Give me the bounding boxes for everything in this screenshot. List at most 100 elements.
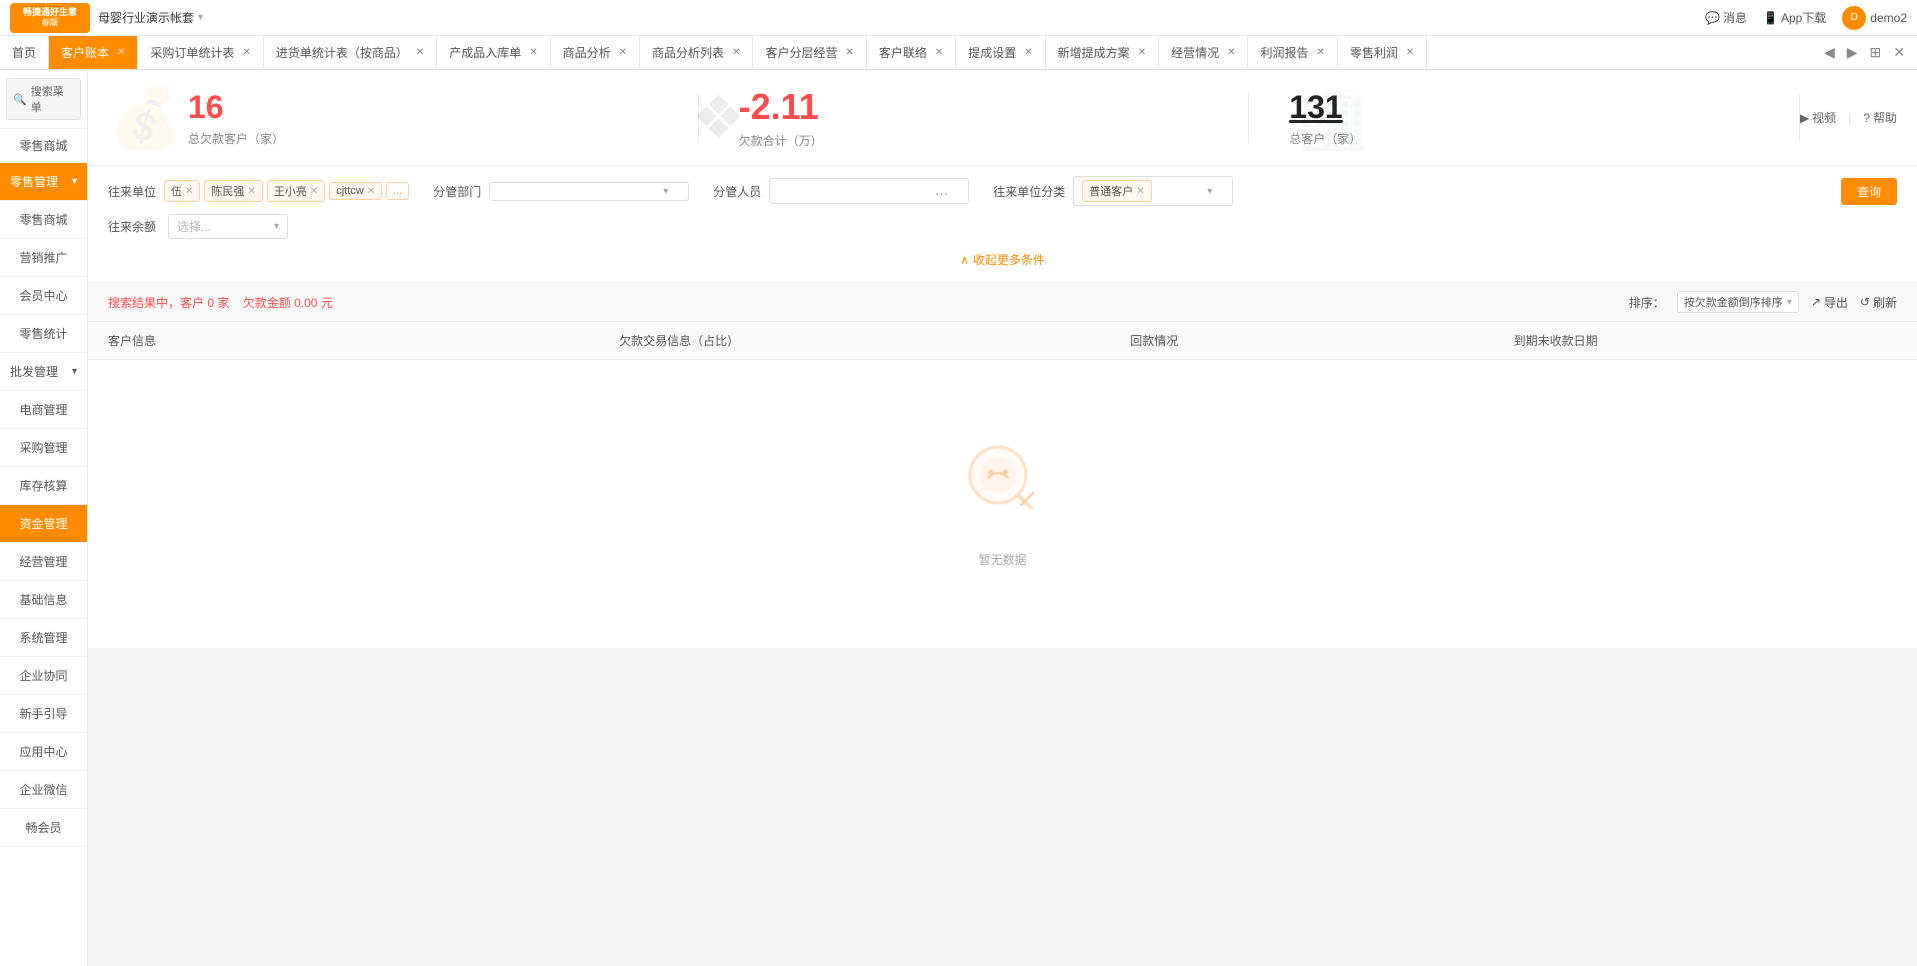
- sidebar-item-enterprise-collab[interactable]: 企业协同: [0, 657, 87, 695]
- tab-close-icon[interactable]: ✕: [1406, 47, 1414, 58]
- remove-unit-type-tag[interactable]: ✕: [1136, 186, 1144, 197]
- tab-close-icon[interactable]: ✕: [1138, 47, 1146, 58]
- video-help-btn[interactable]: ▶ 视频: [1800, 109, 1836, 126]
- customer-count: 0: [207, 296, 214, 310]
- search-menu-btn[interactable]: 🔍 搜索菜单: [6, 78, 81, 120]
- tab-close-icon[interactable]: ✕: [529, 47, 537, 58]
- empty-text: 暂无数据: [978, 551, 1026, 568]
- person-select[interactable]: ...: [769, 178, 969, 204]
- unit-type-select[interactable]: 普通客户 ✕ ▾: [1073, 176, 1233, 206]
- user-menu[interactable]: D demo2: [1842, 6, 1907, 30]
- content-area: 💰 16 总欠款客户（家） ❖ -2.11 欠款合计（万） 🏢 131 总客户（…: [88, 70, 1917, 966]
- tab-close-icon[interactable]: ✕: [845, 47, 853, 58]
- workspace-selector[interactable]: 母婴行业演示帐套 ▾: [98, 9, 203, 26]
- tab-product-analysis-list[interactable]: 商品分析列表 ✕: [640, 36, 753, 70]
- tab-prev-icon[interactable]: ◀: [1820, 42, 1839, 63]
- tab-close-icon[interactable]: ✕: [935, 47, 943, 58]
- topbar-left: 畅捷通好生意 标版 母婴行业演示帐套 ▾: [10, 3, 203, 33]
- sidebar-item-member-center[interactable]: 会员中心: [0, 277, 87, 315]
- tab-purchase-stats-by-product[interactable]: 进货单统计表（按商品） ✕: [264, 36, 437, 70]
- credit-amount-number: -2.11: [739, 86, 819, 128]
- chevron-icon: ▾: [72, 366, 77, 377]
- topbar-right: 💬 消息 📱 App下载 D demo2: [1705, 6, 1907, 30]
- sidebar-item-finance[interactable]: 资金管理: [0, 505, 87, 543]
- balance-filter-label: 往来余额: [108, 218, 156, 235]
- tab-customer-ledger[interactable]: 客户账本 ✕: [49, 36, 138, 70]
- sidebar-item-quick-nav[interactable]: 零售商城: [0, 129, 87, 163]
- query-button[interactable]: 查询: [1841, 178, 1897, 205]
- sidebar-item-system[interactable]: 系统管理: [0, 619, 87, 657]
- more-tags-btn[interactable]: ...: [386, 182, 409, 200]
- sidebar-item-ecommerce[interactable]: 电商管理: [0, 391, 87, 429]
- sidebar-item-marketing[interactable]: 营销推广: [0, 239, 87, 277]
- sidebar-item-retail-management[interactable]: 零售管理 ▾: [0, 163, 87, 201]
- remove-tag-wang[interactable]: ✕: [310, 186, 318, 197]
- tab-product-in-stock[interactable]: 产成品入库单 ✕: [437, 36, 550, 70]
- credit-customers-number: 16: [188, 89, 224, 126]
- stats-bar-actions: ▶ 视频 | ? 帮助: [1800, 109, 1897, 126]
- unit-tag-chen: 陈民强 ✕: [204, 180, 262, 202]
- sidebar-item-wholesale[interactable]: 批发管理 ▾: [0, 353, 87, 391]
- tab-close-icon[interactable]: ✕: [1317, 47, 1325, 58]
- person-more-icon[interactable]: ...: [935, 182, 948, 200]
- tab-expand-icon[interactable]: ⊞: [1866, 42, 1886, 63]
- tab-close-icon[interactable]: ✕: [619, 47, 627, 58]
- tab-business-status[interactable]: 经营情况 ✕: [1159, 36, 1248, 70]
- balance-select[interactable]: 选择... ▾: [168, 214, 288, 239]
- dept-chevron-icon: ▾: [663, 186, 668, 197]
- sidebar-item-purchase[interactable]: 采购管理: [0, 429, 87, 467]
- sidebar-item-retail-mall[interactable]: 零售商城: [0, 201, 87, 239]
- tab-commission-settings[interactable]: 提成设置 ✕: [956, 36, 1045, 70]
- tab-next-icon[interactable]: ▶: [1843, 42, 1862, 63]
- tab-close-icon[interactable]: ✕: [117, 47, 125, 58]
- video-icon: ▶: [1800, 111, 1809, 125]
- refresh-btn[interactable]: ↺ 刷新: [1860, 294, 1897, 311]
- tab-product-analysis[interactable]: 商品分析 ✕: [551, 36, 640, 70]
- tab-close-icon[interactable]: ✕: [1024, 47, 1032, 58]
- sidebar-item-member[interactable]: 畅会员: [0, 809, 87, 847]
- collapse-filter-btn[interactable]: ∧ 收起更多条件: [108, 247, 1897, 272]
- export-btn[interactable]: ↗ 导出: [1811, 294, 1848, 311]
- sidebar-item-retail-stats[interactable]: 零售统计: [0, 315, 87, 353]
- remove-tag-cjttcw[interactable]: ✕: [367, 186, 375, 197]
- tab-close-icon[interactable]: ✕: [242, 47, 250, 58]
- download-icon: 📱: [1763, 11, 1778, 25]
- tab-customer-contact[interactable]: 客户联络 ✕: [867, 36, 956, 70]
- sidebar-item-app-center[interactable]: 应用中心: [0, 733, 87, 771]
- message-btn[interactable]: 💬 消息: [1705, 9, 1747, 26]
- col-credit-info: 欠款交易信息（占比）: [619, 332, 1130, 349]
- tab-close-icon[interactable]: ✕: [732, 47, 740, 58]
- total-customers-number: 131: [1289, 89, 1342, 126]
- sidebar-item-enterprise-wechat[interactable]: 企业微信: [0, 771, 87, 809]
- nav-tabs: 首页 客户账本 ✕ 采购订单统计表 ✕ 进货单统计表（按商品） ✕ 产成品入库单…: [0, 36, 1917, 70]
- tab-retail-profit[interactable]: 零售利润 ✕: [1338, 36, 1427, 70]
- chevron-down-icon: ▾: [198, 12, 203, 23]
- tab-close-all-icon[interactable]: ✕: [1889, 42, 1909, 63]
- remove-tag-chen[interactable]: ✕: [247, 186, 255, 197]
- unit-tag-cjttcw: cjttcw ✕: [329, 182, 382, 200]
- balance-placeholder: 选择...: [177, 218, 211, 235]
- unit-type-chevron-icon: ▾: [1207, 186, 1212, 197]
- sidebar-item-business[interactable]: 经营管理: [0, 543, 87, 581]
- unit-tag-wu: 伍 ✕: [164, 180, 200, 202]
- remove-tag-wu[interactable]: ✕: [185, 186, 193, 197]
- tab-home[interactable]: 首页: [0, 36, 49, 70]
- dept-select[interactable]: ▾: [489, 182, 689, 201]
- tab-close-icon[interactable]: ✕: [416, 47, 424, 58]
- help-icon: ?: [1863, 111, 1870, 125]
- sidebar-item-basic-info[interactable]: 基础信息: [0, 581, 87, 619]
- main-layout: 🔍 搜索菜单 零售商城 零售管理 ▾ 零售商城 营销推广 会员中心 零售统计 批…: [0, 70, 1917, 966]
- sidebar-item-newbie-guide[interactable]: 新手引导: [0, 695, 87, 733]
- sort-select[interactable]: 按欠款金额倒序排序 ▾: [1677, 291, 1799, 313]
- tab-close-icon[interactable]: ✕: [1227, 47, 1235, 58]
- avatar: D: [1842, 6, 1866, 30]
- tab-customer-layer[interactable]: 客户分层经营 ✕: [753, 36, 866, 70]
- sidebar-item-inventory[interactable]: 库存核算: [0, 467, 87, 505]
- help-btn[interactable]: ? 帮助: [1863, 109, 1897, 126]
- tab-purchase-order-stats[interactable]: 采购订单统计表 ✕: [138, 36, 263, 70]
- table-header: 客户信息 欠款交易信息（占比） 回款情况 到期未收款日期: [88, 322, 1917, 360]
- col-repayment: 回款情况: [1130, 332, 1513, 349]
- tab-new-commission[interactable]: 新增提成方案 ✕: [1046, 36, 1159, 70]
- app-download-btn[interactable]: 📱 App下载: [1763, 9, 1826, 26]
- tab-profit-report[interactable]: 利润报告 ✕: [1248, 36, 1337, 70]
